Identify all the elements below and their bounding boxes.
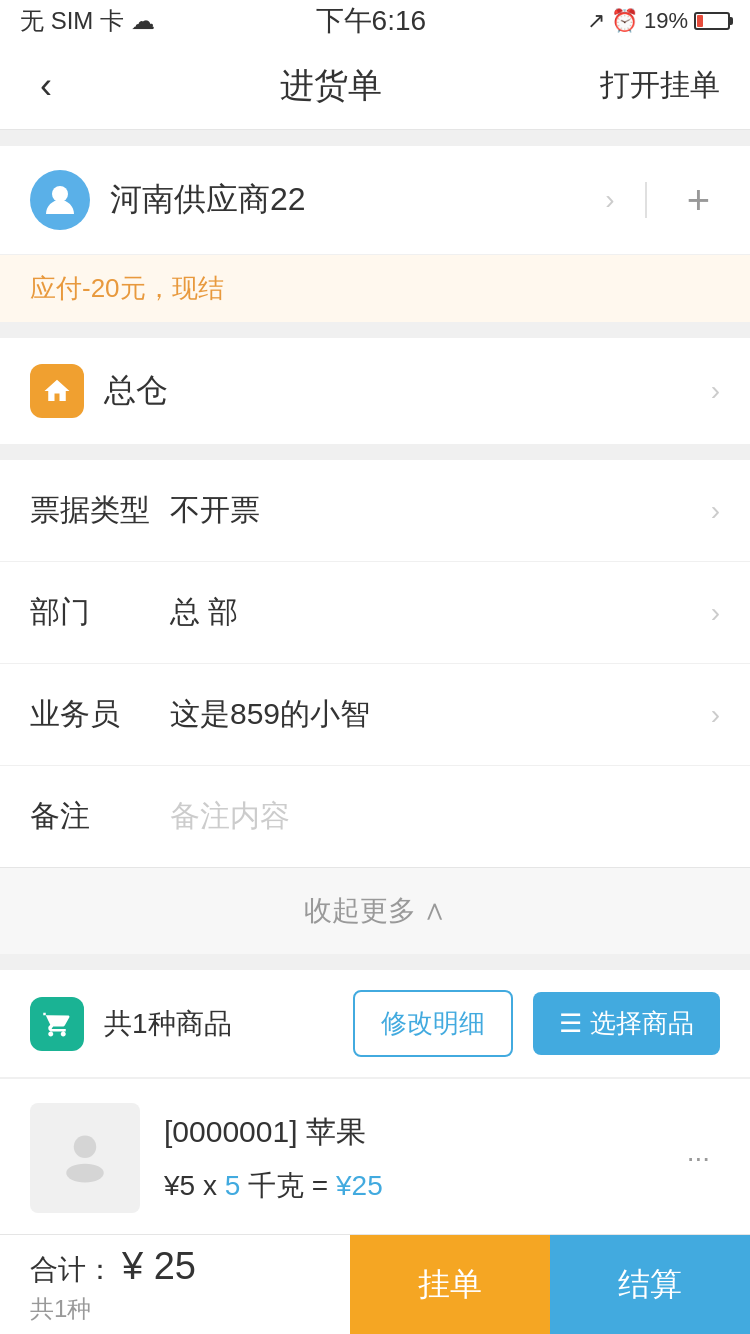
equals: = [312,1170,336,1201]
collapse-button[interactable]: 收起更多 ∧ [0,867,750,954]
alarm-icon: ⏰ [611,8,638,34]
select-product-icon: ☰ [559,1008,582,1039]
salesman-label: 业务员 [30,694,150,735]
status-right: ↗ ⏰ 19% [587,8,730,34]
product-name: [0000001] 苹果 [164,1112,677,1153]
notice-bar: 应付-20元，现结 [0,255,750,322]
price-separator: x [203,1170,225,1201]
remark-label: 备注 [30,796,150,837]
total-section: 合计： ¥ 25 共1种 [0,1245,350,1325]
products-icon [30,997,84,1051]
department-row[interactable]: 部门 总 部 › [0,562,750,664]
quantity: 5 [225,1170,241,1201]
department-arrow-icon: › [711,597,720,629]
salesman-value: 这是859的小智 [150,694,711,735]
warehouse-name: 总仓 [104,369,711,413]
department-label: 部门 [30,592,150,633]
total-amount: 合计： ¥ 25 [30,1245,320,1289]
nav-bar: ‹ 进货单 打开挂单 [0,42,750,130]
product-placeholder-icon: 碧+ [55,1128,115,1188]
warehouse-section: 总仓 › [0,338,750,444]
total-label: 合计： [30,1251,114,1289]
products-count: 共1种商品 [104,1005,333,1043]
remark-row[interactable]: 备注 备注内容 [0,766,750,867]
hang-button[interactable]: 挂单 [350,1235,550,1335]
checkout-button[interactable]: 结算 [550,1235,750,1335]
product-price: ¥5 x 5 千克 = ¥25 [164,1167,677,1205]
bottom-bar: 合计： ¥ 25 共1种 挂单 结算 [0,1234,750,1334]
status-time: 下午6:16 [316,2,427,40]
svg-text:碧+: 碧+ [78,1169,92,1179]
supplier-row: 河南供应商22 › + [0,146,750,255]
invoice-type-arrow-icon: › [711,495,720,527]
gap-1 [0,130,750,146]
page-title: 进货单 [280,63,382,109]
battery-percent: 19% [644,8,688,34]
status-left: 无 SIM 卡 ☁ [20,5,155,37]
person-icon [42,182,78,218]
total-number: ¥ 25 [122,1245,196,1288]
form-section: 票据类型 不开票 › 部门 总 部 › 业务员 这是859的小智 › 备注 备注… [0,460,750,867]
supplier-arrow-icon: › [605,184,614,216]
total-count: 共1种 [30,1293,320,1325]
battery-icon [694,12,730,30]
cart-icon [42,1009,72,1039]
unit: 千克 [248,1170,304,1201]
products-header: 共1种商品 修改明细 ☰ 选择商品 [0,970,750,1077]
invoice-type-value: 不开票 [150,490,711,531]
product-thumbnail: 碧+ [30,1103,140,1213]
add-supplier-button[interactable]: + [677,178,720,223]
location-icon: ↗ [587,8,605,34]
home-icon [42,376,72,406]
product-code: [0000001] [164,1115,297,1148]
select-product-button[interactable]: ☰ 选择商品 [533,992,720,1055]
department-value: 总 部 [150,592,711,633]
remark-input[interactable]: 备注内容 [150,796,720,837]
warehouse-arrow-icon: › [711,375,720,407]
unit-price: ¥5 [164,1170,195,1201]
main-content: 河南供应商22 › + 应付-20元，现结 总仓 › 票据类型 不开票 › 部门… [0,130,750,1334]
invoice-type-label: 票据类型 [30,490,150,531]
select-product-label: 选择商品 [590,1006,694,1041]
svg-point-0 [52,186,68,202]
warehouse-row[interactable]: 总仓 › [0,338,750,444]
status-bar: 无 SIM 卡 ☁ 下午6:16 ↗ ⏰ 19% [0,0,750,42]
supplier-avatar [30,170,90,230]
salesman-row[interactable]: 业务员 这是859的小智 › [0,664,750,766]
open-hang-button[interactable]: 打开挂单 [600,65,720,106]
total-price: ¥25 [336,1170,383,1201]
product-info: [0000001] 苹果 ¥5 x 5 千克 = ¥25 [164,1112,677,1205]
supplier-divider [645,182,647,218]
sim-status: 无 SIM 卡 ☁ [20,5,155,37]
product-more-button[interactable]: ··· [677,1132,720,1184]
supplier-section: 河南供应商22 › + 应付-20元，现结 [0,146,750,322]
product-title: 苹果 [306,1115,366,1148]
salesman-arrow-icon: › [711,699,720,731]
supplier-name: 河南供应商22 [110,178,605,222]
warehouse-icon [30,364,84,418]
svg-point-1 [74,1136,97,1159]
product-item: 碧+ [0000001] 苹果 ¥5 x 5 千克 = ¥25 ··· [0,1079,750,1237]
invoice-type-row[interactable]: 票据类型 不开票 › [0,460,750,562]
edit-details-button[interactable]: 修改明细 [353,990,513,1057]
back-button[interactable]: ‹ [30,55,62,117]
